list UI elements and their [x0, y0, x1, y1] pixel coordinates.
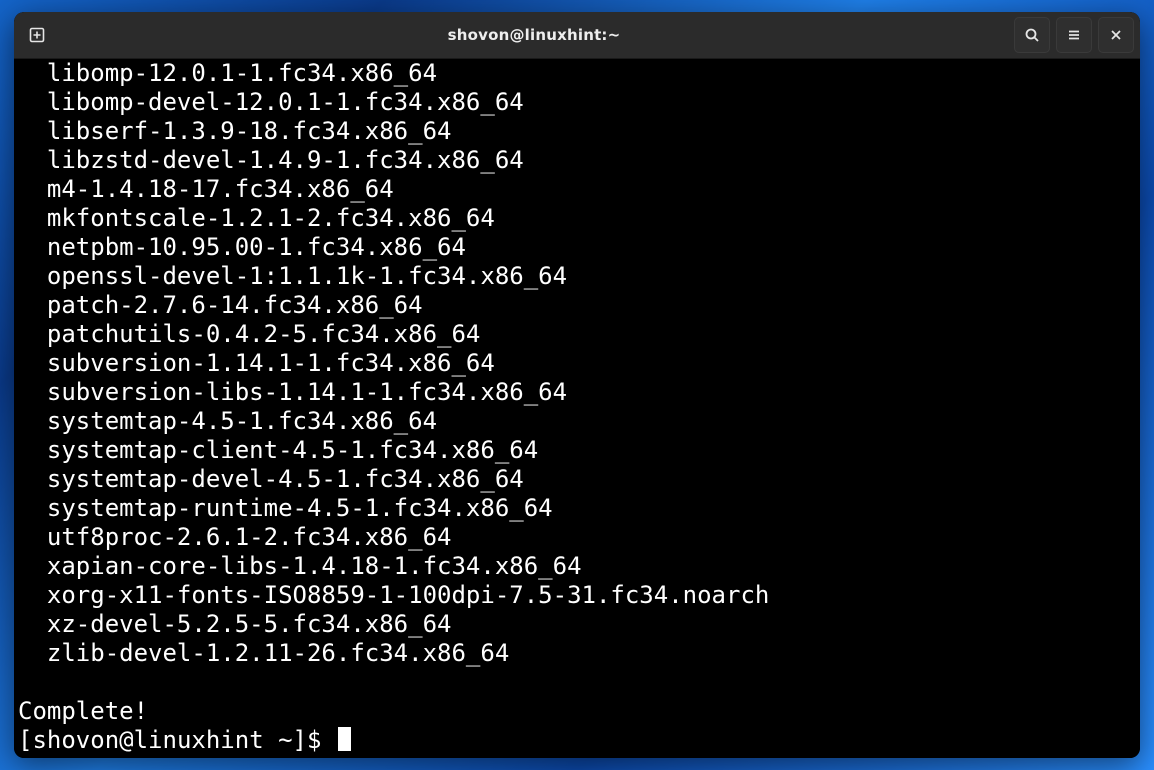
- package-name: subversion-1.14.1-1.fc34.x86_64: [47, 349, 495, 377]
- package-name: systemtap-runtime-4.5-1.fc34.x86_64: [47, 494, 553, 522]
- package-name: systemtap-devel-4.5-1.fc34.x86_64: [47, 465, 524, 493]
- package-line: utf8proc-2.6.1-2.fc34.x86_64: [18, 523, 1136, 552]
- package-line: patch-2.7.6-14.fc34.x86_64: [18, 291, 1136, 320]
- package-line: libzstd-devel-1.4.9-1.fc34.x86_64: [18, 146, 1136, 175]
- package-line: subversion-1.14.1-1.fc34.x86_64: [18, 349, 1136, 378]
- package-line: libomp-devel-12.0.1-1.fc34.x86_64: [18, 88, 1136, 117]
- package-name: systemtap-4.5-1.fc34.x86_64: [47, 407, 437, 435]
- package-name: libzstd-devel-1.4.9-1.fc34.x86_64: [47, 146, 524, 174]
- package-name: m4-1.4.18-17.fc34.x86_64: [47, 175, 394, 203]
- close-button[interactable]: [1098, 17, 1134, 53]
- blank-line: [18, 668, 1136, 697]
- search-button[interactable]: [1014, 17, 1050, 53]
- package-name: mkfontscale-1.2.1-2.fc34.x86_64: [47, 204, 495, 232]
- package-name: subversion-libs-1.14.1-1.fc34.x86_64: [47, 378, 567, 406]
- package-line: libomp-12.0.1-1.fc34.x86_64: [18, 59, 1136, 88]
- package-name: systemtap-client-4.5-1.fc34.x86_64: [47, 436, 538, 464]
- package-line: systemtap-client-4.5-1.fc34.x86_64: [18, 436, 1136, 465]
- package-line: patchutils-0.4.2-5.fc34.x86_64: [18, 320, 1136, 349]
- package-line: mkfontscale-1.2.1-2.fc34.x86_64: [18, 204, 1136, 233]
- package-name: libomp-devel-12.0.1-1.fc34.x86_64: [47, 88, 524, 116]
- cursor: [338, 727, 351, 751]
- package-line: xapian-core-libs-1.4.18-1.fc34.x86_64: [18, 552, 1136, 581]
- package-line: netpbm-10.95.00-1.fc34.x86_64: [18, 233, 1136, 262]
- package-name: patch-2.7.6-14.fc34.x86_64: [47, 291, 423, 319]
- package-line: libserf-1.3.9-18.fc34.x86_64: [18, 117, 1136, 146]
- package-name: openssl-devel-1:1.1.1k-1.fc34.x86_64: [47, 262, 567, 290]
- package-name: xapian-core-libs-1.4.18-1.fc34.x86_64: [47, 552, 582, 580]
- package-name: xorg-x11-fonts-ISO8859-1-100dpi-7.5-31.f…: [47, 581, 769, 609]
- terminal-viewport[interactable]: libomp-12.0.1-1.fc34.x86_64libomp-devel-…: [14, 59, 1140, 758]
- package-line: systemtap-runtime-4.5-1.fc34.x86_64: [18, 494, 1136, 523]
- terminal-window: shovon@linuxhint:~: [14, 12, 1140, 758]
- package-line: subversion-libs-1.14.1-1.fc34.x86_64: [18, 378, 1136, 407]
- package-line: m4-1.4.18-17.fc34.x86_64: [18, 175, 1136, 204]
- prompt-text: [shovon@linuxhint ~]$: [18, 726, 336, 754]
- package-name: patchutils-0.4.2-5.fc34.x86_64: [47, 320, 480, 348]
- prompt-line[interactable]: [shovon@linuxhint ~]$: [18, 726, 1136, 755]
- package-line: xorg-x11-fonts-ISO8859-1-100dpi-7.5-31.f…: [18, 581, 1136, 610]
- package-name: zlib-devel-1.2.11-26.fc34.x86_64: [47, 639, 509, 667]
- new-tab-button[interactable]: [20, 18, 54, 52]
- package-line: systemtap-devel-4.5-1.fc34.x86_64: [18, 465, 1136, 494]
- package-line: openssl-devel-1:1.1.1k-1.fc34.x86_64: [18, 262, 1136, 291]
- package-line: zlib-devel-1.2.11-26.fc34.x86_64: [18, 639, 1136, 668]
- window-title: shovon@linuxhint:~: [60, 26, 1008, 44]
- package-name: utf8proc-2.6.1-2.fc34.x86_64: [47, 523, 452, 551]
- package-name: xz-devel-5.2.5-5.fc34.x86_64: [47, 610, 452, 638]
- package-name: libserf-1.3.9-18.fc34.x86_64: [47, 117, 452, 145]
- menu-button[interactable]: [1056, 17, 1092, 53]
- titlebar: shovon@linuxhint:~: [14, 12, 1140, 59]
- package-name: netpbm-10.95.00-1.fc34.x86_64: [47, 233, 466, 261]
- package-name: libomp-12.0.1-1.fc34.x86_64: [47, 59, 437, 87]
- package-line: systemtap-4.5-1.fc34.x86_64: [18, 407, 1136, 436]
- status-line: Complete!: [18, 697, 1136, 726]
- package-line: xz-devel-5.2.5-5.fc34.x86_64: [18, 610, 1136, 639]
